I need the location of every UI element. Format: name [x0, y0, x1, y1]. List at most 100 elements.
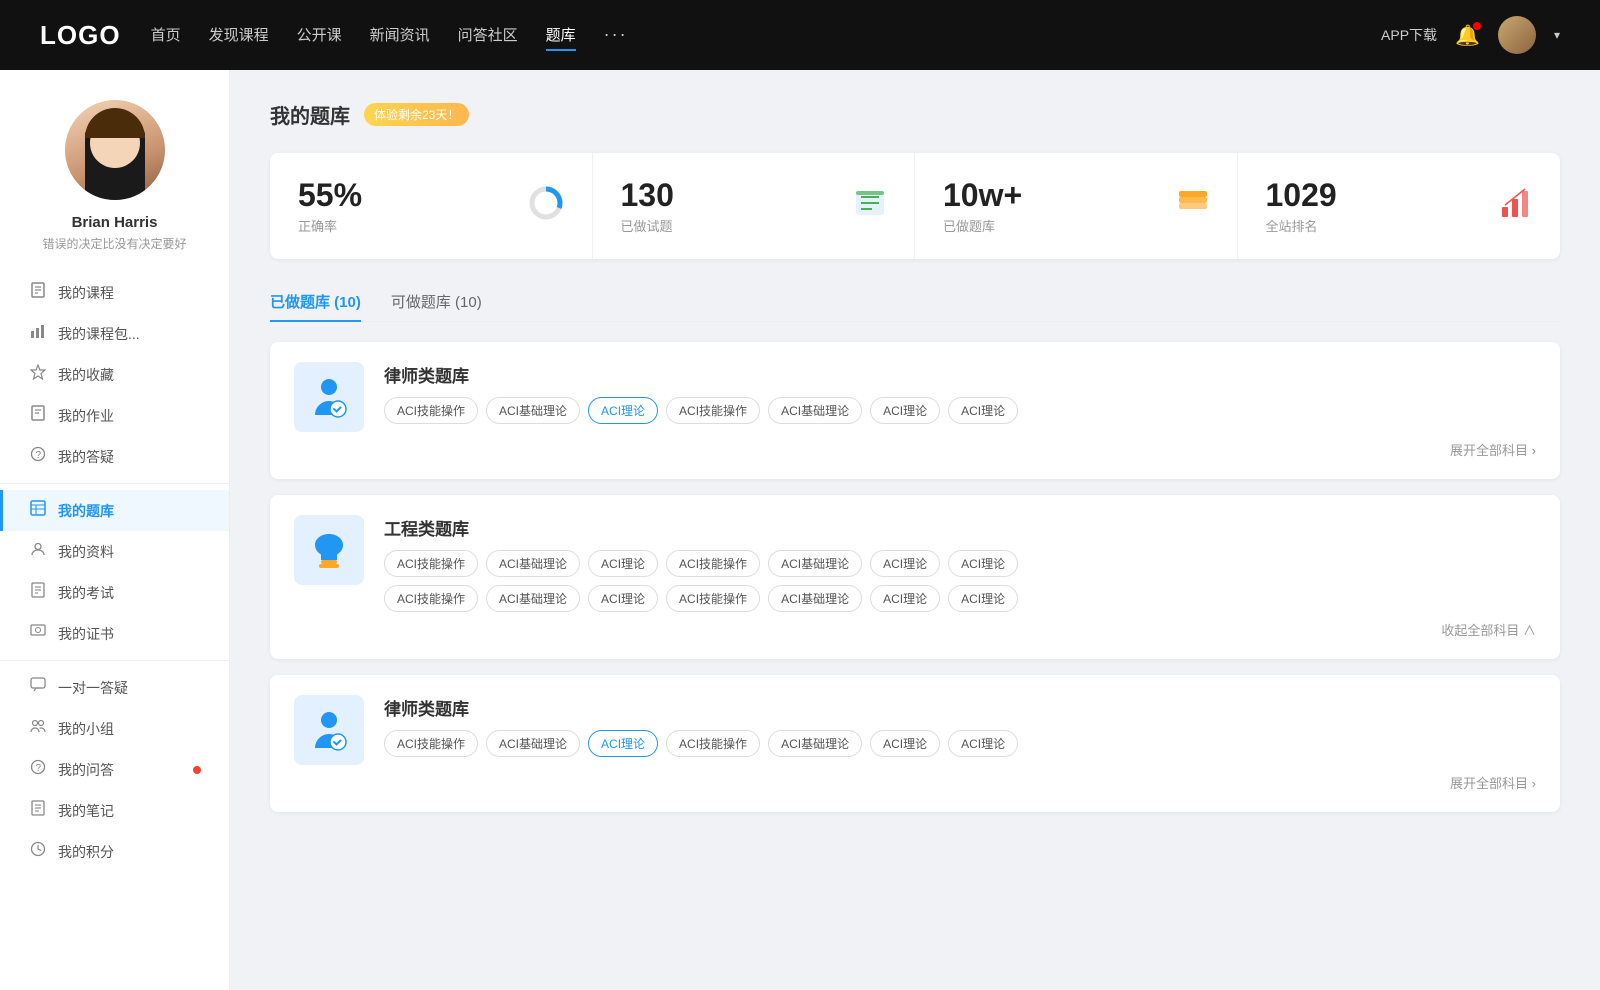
qbank-tag[interactable]: ACI理论 [870, 550, 940, 577]
qbank-tag[interactable]: ACI理论 [948, 730, 1018, 757]
qbank-tag[interactable]: ACI理论 [870, 397, 940, 424]
qbank-engineering-tags-row2: ACI技能操作 ACI基础理论 ACI理论 ACI技能操作 ACI基础理论 AC… [384, 585, 1536, 612]
nav-logo: LOGO [40, 20, 121, 51]
list-icon [854, 187, 886, 226]
qbank-tag[interactable]: ACI基础理论 [486, 397, 580, 424]
tab-done-banks[interactable]: 已做题库 (10) [270, 283, 361, 322]
stat-banks-label: 已做题库 [943, 216, 1022, 235]
sidebar-menu: 我的课程 我的课程包... 我的收藏 我的作业 [0, 272, 229, 872]
nav-link-qa[interactable]: 问答社区 [458, 20, 518, 51]
stat-banks-value: 10w+ [943, 177, 1022, 214]
sidebar-label-notes: 我的笔记 [58, 801, 201, 821]
sidebar-item-myquestions[interactable]: ? 我的问答 [0, 749, 229, 790]
sidebar-label-questionbank: 我的题库 [58, 501, 201, 521]
nav-more[interactable]: ··· [604, 20, 628, 51]
nav-chevron-down-icon[interactable]: ▾ [1554, 28, 1560, 42]
nav-link-questions[interactable]: 题库 [546, 20, 576, 51]
qbank-tag[interactable]: ACI基础理论 [768, 397, 862, 424]
nav-avatar[interactable] [1498, 16, 1536, 54]
sidebar-item-homework[interactable]: 我的作业 [0, 395, 229, 436]
qbank-tag[interactable]: ACI理论 [948, 550, 1018, 577]
qbank-tag[interactable]: ACI基础理论 [768, 550, 862, 577]
nav-link-open[interactable]: 公开课 [297, 20, 342, 51]
sidebar-username: Brian Harris [72, 214, 158, 231]
qbank-lawyer1-name: 律师类题库 [384, 362, 1536, 387]
bar-chart-up-icon [1500, 187, 1532, 226]
qbank-tag[interactable]: ACI理论 [948, 397, 1018, 424]
qbank-tag[interactable]: ACI基础理论 [768, 585, 862, 612]
nav-right: APP下载 🔔 ▾ [1381, 16, 1560, 54]
qbank-tag[interactable]: ACI理论 [870, 585, 940, 612]
collapse-all-button[interactable]: 收起全部科目 ∧ [1441, 620, 1536, 639]
bell-icon[interactable]: 🔔 [1455, 23, 1480, 48]
sidebar-item-favorites[interactable]: 我的收藏 [0, 354, 229, 395]
qbank-lawyer-icon-wrap [294, 362, 364, 432]
sidebar-item-tutor[interactable]: 一对一答疑 [0, 667, 229, 708]
main-content: 我的题库 体验剩余23天！ 55% 正确率 [230, 70, 1600, 990]
sidebar-item-questions[interactable]: ? 我的答疑 [0, 436, 229, 477]
qbank-tag[interactable]: ACI理论 [948, 585, 1018, 612]
qbank-tag[interactable]: ACI技能操作 [384, 730, 478, 757]
sidebar-label-mycourses: 我的课程 [58, 283, 201, 303]
qbank-tag[interactable]: ACI基础理论 [486, 730, 580, 757]
bar-chart-icon [28, 323, 48, 344]
document-icon [28, 282, 48, 303]
question-circle-icon: ? [28, 446, 48, 467]
sidebar: Brian Harris 错误的决定比没有决定要好 我的课程 我的课程包... … [0, 70, 230, 990]
sidebar-item-profile[interactable]: 我的资料 [0, 531, 229, 572]
page-wrap: Brian Harris 错误的决定比没有决定要好 我的课程 我的课程包... … [0, 70, 1600, 990]
sidebar-item-points[interactable]: 我的积分 [0, 831, 229, 872]
qbank-tag[interactable]: ACI理论 [588, 585, 658, 612]
stats-row: 55% 正确率 130 已做试题 [270, 153, 1560, 259]
stat-rank-value: 1029 [1266, 177, 1337, 214]
sidebar-label-homework: 我的作业 [58, 406, 201, 426]
qbank-tag[interactable]: ACI技能操作 [666, 397, 760, 424]
qbank-engineering-tags: ACI技能操作 ACI基础理论 ACI理论 ACI技能操作 ACI基础理论 AC… [384, 550, 1536, 577]
qbank-tag[interactable]: ACI理论 [588, 550, 658, 577]
sidebar-item-notes[interactable]: 我的笔记 [0, 790, 229, 831]
sidebar-item-exam[interactable]: 我的考试 [0, 572, 229, 613]
sidebar-item-questionbank[interactable]: 我的题库 [0, 490, 229, 531]
table-icon [28, 500, 48, 521]
qbank-tag[interactable]: ACI理论 [870, 730, 940, 757]
question-bank-tabs: 已做题库 (10) 可做题库 (10) [270, 283, 1560, 322]
qbank-card-engineering: 工程类题库 ACI技能操作 ACI基础理论 ACI理论 ACI技能操作 ACI基… [270, 495, 1560, 659]
sidebar-item-mycourses[interactable]: 我的课程 [0, 272, 229, 313]
qbank-tag[interactable]: ACI技能操作 [384, 550, 478, 577]
sidebar-label-myqa: 我的答疑 [58, 447, 201, 467]
expand-all-button[interactable]: 展开全部科目 › [1450, 440, 1536, 459]
qbank-card-lawyer2: 律师类题库 ACI技能操作 ACI基础理论 ACI理论 ACI技能操作 ACI基… [270, 675, 1560, 812]
qbank-tag[interactable]: ACI基础理论 [486, 550, 580, 577]
homework-icon [28, 405, 48, 426]
qbank-tag[interactable]: ACI基础理论 [486, 585, 580, 612]
star-icon [28, 364, 48, 385]
qbank-tag[interactable]: ACI技能操作 [666, 585, 760, 612]
group-icon [28, 718, 48, 739]
qbank-lawyer2-icon-wrap [294, 695, 364, 765]
tab-available-banks[interactable]: 可做题库 (10) [391, 283, 482, 322]
nav-link-home[interactable]: 首页 [151, 20, 181, 51]
qbank-tag[interactable]: ACI技能操作 [666, 730, 760, 757]
sidebar-item-group[interactable]: 我的小组 [0, 708, 229, 749]
qbank-tag[interactable]: ACI基础理论 [768, 730, 862, 757]
qbank-tag-selected[interactable]: ACI理论 [588, 397, 658, 424]
qbank-engineering-icon-wrap [294, 515, 364, 585]
points-icon [28, 841, 48, 862]
sidebar-label-profile: 我的资料 [58, 542, 201, 562]
qbank-tag[interactable]: ACI技能操作 [666, 550, 760, 577]
qbank-tag[interactable]: ACI技能操作 [384, 585, 478, 612]
app-download-button[interactable]: APP下载 [1381, 25, 1437, 45]
sidebar-motto: 错误的决定比没有决定要好 [26, 235, 202, 252]
stat-done-label: 已做试题 [621, 216, 674, 235]
qbank-tag-selected[interactable]: ACI理论 [588, 730, 658, 757]
qbank-tag[interactable]: ACI技能操作 [384, 397, 478, 424]
sidebar-label-certificate: 我的证书 [58, 624, 201, 644]
sidebar-item-certificate[interactable]: 我的证书 [0, 613, 229, 654]
page-header: 我的题库 体验剩余23天！ [270, 100, 1560, 129]
sidebar-item-coursepack[interactable]: 我的课程包... [0, 313, 229, 354]
expand-all-button-2[interactable]: 展开全部科目 › [1450, 773, 1536, 792]
stat-done-banks: 10w+ 已做题库 [915, 153, 1238, 259]
pie-chart-icon [528, 185, 564, 228]
nav-link-discover[interactable]: 发现课程 [209, 20, 269, 51]
nav-link-news[interactable]: 新闻资讯 [370, 20, 430, 51]
